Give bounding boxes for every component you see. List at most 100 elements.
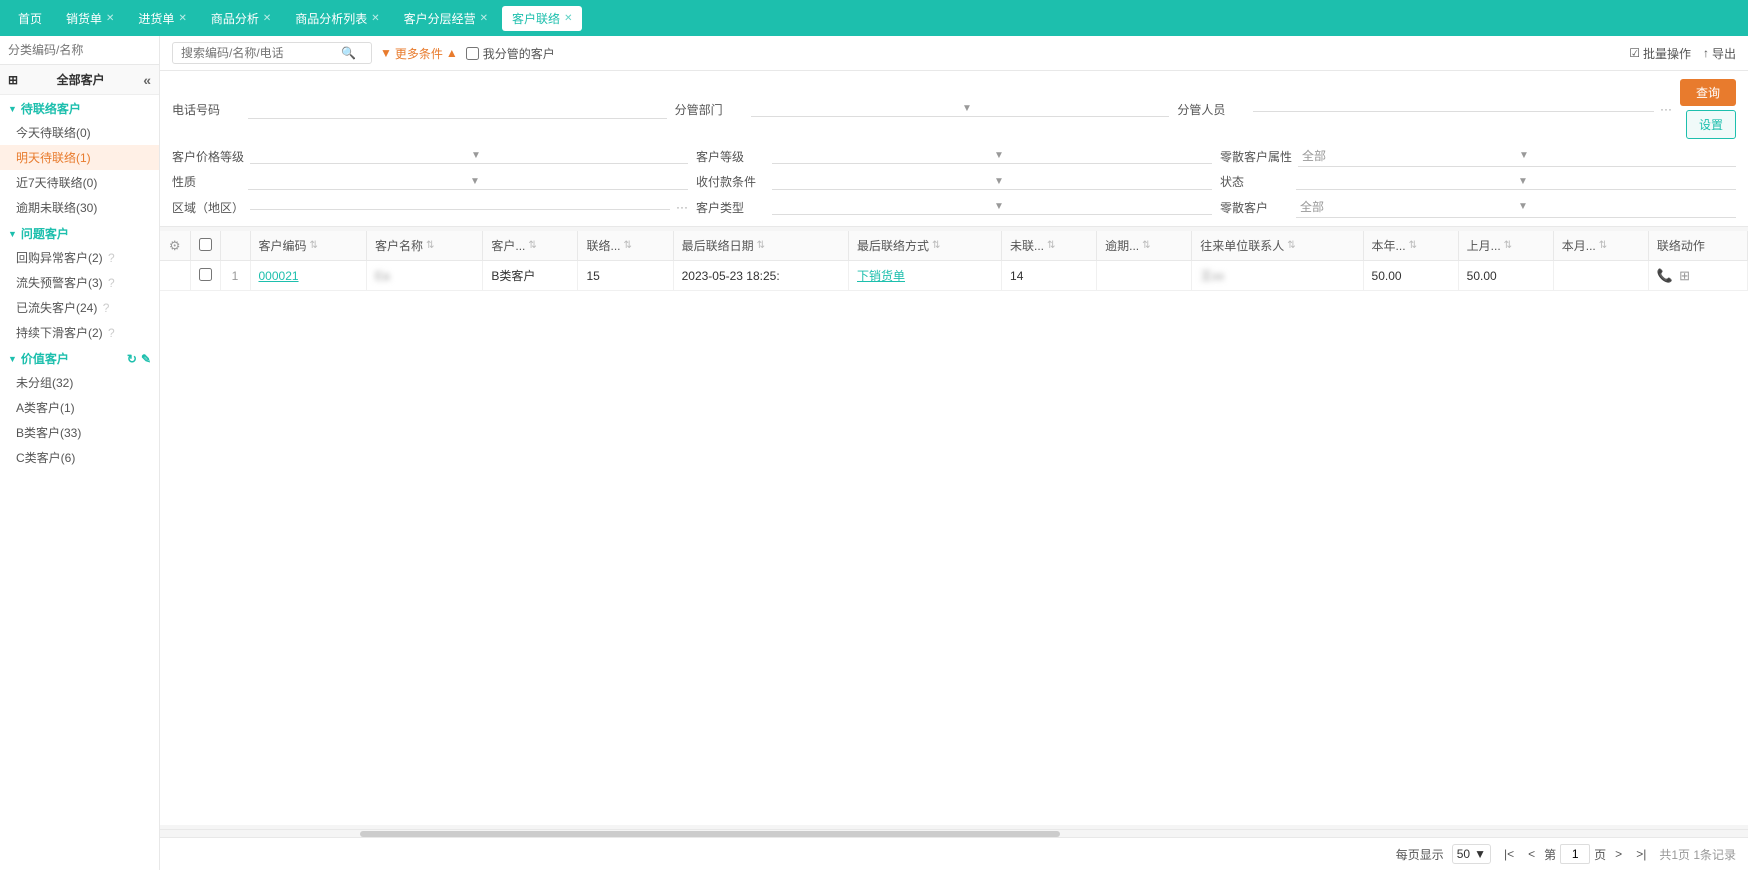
- nav-sales-order[interactable]: 销货单 ✕: [56, 6, 124, 31]
- total-label: 共1页 1条记录: [1659, 846, 1736, 863]
- chevron-up-icon: ▲: [446, 46, 458, 60]
- close-icon[interactable]: ✕: [480, 13, 488, 24]
- nav-purchase-order[interactable]: 进货单 ✕: [128, 6, 196, 31]
- phone-icon[interactable]: 📞: [1657, 268, 1673, 284]
- sidebar-item-churned[interactable]: 已流失客户(24) ?: [0, 295, 159, 320]
- filter-dept-select[interactable]: ▼: [751, 101, 1170, 117]
- sort-icon: ⇅: [624, 240, 632, 251]
- more-filter-btn[interactable]: ▼ 更多条件 ▲: [380, 45, 458, 62]
- td-unit-contact: 王xx: [1192, 261, 1363, 291]
- filter-customer-type-select[interactable]: ▼: [772, 199, 1212, 215]
- nav-product-analysis-list[interactable]: 商品分析列表 ✕: [285, 6, 389, 31]
- more-dots-icon[interactable]: ···: [1660, 102, 1672, 116]
- gear-icon[interactable]: ⚙: [169, 238, 181, 253]
- filter-customer-tier-select[interactable]: ▼: [772, 148, 1212, 164]
- per-page-label: 每页显示: [1396, 846, 1444, 863]
- main-search-input[interactable]: [181, 46, 341, 60]
- filter-status-select[interactable]: ▼: [1296, 174, 1736, 190]
- edit-icon[interactable]: ✎: [141, 352, 151, 366]
- th-overdue[interactable]: 逾期... ⇅: [1097, 231, 1192, 261]
- my-customers-checkbox[interactable]: [466, 47, 479, 60]
- nav-customer-contact[interactable]: 客户联络 ✕: [502, 6, 582, 31]
- sidebar-item-overdue[interactable]: 逾期未联络(30): [0, 195, 159, 220]
- all-customers-title[interactable]: ⊞ 全部客户 «: [0, 65, 159, 95]
- query-btn[interactable]: 查询: [1680, 79, 1736, 106]
- sidebar-item-class-b[interactable]: B类客户(33): [0, 420, 159, 445]
- th-code[interactable]: 客户编码 ⇅: [250, 231, 366, 261]
- filter-phone-input[interactable]: [248, 100, 667, 119]
- export-btn[interactable]: ↑ 导出: [1703, 45, 1736, 62]
- refresh-icon[interactable]: ↻: [127, 352, 137, 366]
- close-icon[interactable]: ✕: [371, 13, 379, 24]
- sidebar-search-input[interactable]: [8, 43, 160, 57]
- close-icon[interactable]: ✕: [564, 13, 572, 24]
- th-last-contact-date[interactable]: 最后联络日期 ⇅: [673, 231, 848, 261]
- nav-product-analysis[interactable]: 商品分析 ✕: [201, 6, 281, 31]
- settings-btn[interactable]: 设置: [1686, 110, 1736, 139]
- th-last-contact-method[interactable]: 最后联络方式 ⇅: [849, 231, 1002, 261]
- nav-customer-tier[interactable]: 客户分层经营 ✕: [394, 6, 498, 31]
- filter-retail-attr-select[interactable]: 全部 ▼: [1298, 145, 1736, 167]
- horizontal-scrollbar[interactable]: [160, 829, 1748, 837]
- page-input[interactable]: [1560, 844, 1590, 864]
- collapse-icon[interactable]: «: [143, 72, 151, 88]
- customer-table-container: ⚙ 客户编码 ⇅: [160, 231, 1748, 825]
- first-page-btn[interactable]: |<: [1499, 844, 1519, 864]
- filter-region-label: 区域（地区）: [172, 199, 244, 216]
- sidebar-item-ungrouped[interactable]: 未分组(32): [0, 370, 159, 395]
- filter-price-tier-label: 客户价格等级: [172, 148, 244, 165]
- th-this-year[interactable]: 本年... ⇅: [1363, 231, 1458, 261]
- chevron-down-icon: ▼: [994, 201, 1208, 212]
- main-search-icon[interactable]: 🔍: [341, 46, 356, 60]
- th-unit-contact[interactable]: 往来单位联系人 ⇅: [1192, 231, 1363, 261]
- per-page-select[interactable]: 50 ▼: [1452, 844, 1491, 864]
- customer-table: ⚙ 客户编码 ⇅: [160, 231, 1748, 291]
- sidebar-item-tomorrow[interactable]: 明天待联络(1): [0, 145, 159, 170]
- th-this-month[interactable]: 本月... ⇅: [1553, 231, 1648, 261]
- grid-action-icon[interactable]: ⊞: [1679, 268, 1690, 284]
- prev-page-btn[interactable]: <: [1523, 844, 1540, 864]
- filter-retail-customer-label: 零散客户: [1220, 199, 1290, 216]
- group-label-problem[interactable]: 问题客户: [0, 220, 159, 245]
- more-dots-icon[interactable]: ···: [676, 200, 688, 214]
- checkbox-icon: ☑: [1629, 46, 1640, 60]
- last-page-btn[interactable]: >|: [1631, 844, 1651, 864]
- group-label-value[interactable]: 价值客户 ↻ ✎: [0, 345, 159, 370]
- nav-home[interactable]: 首页: [8, 6, 52, 31]
- select-all-checkbox[interactable]: [199, 238, 212, 251]
- td-last-contact-method: 下销货单: [849, 261, 1002, 291]
- next-page-btn[interactable]: >: [1610, 844, 1627, 864]
- help-icon: ?: [108, 276, 115, 290]
- close-icon[interactable]: ✕: [106, 13, 114, 24]
- th-unlinked[interactable]: 未联... ⇅: [1002, 231, 1097, 261]
- sidebar-item-today[interactable]: 今天待联络(0): [0, 120, 159, 145]
- filter-person-input[interactable]: [1253, 107, 1654, 112]
- contact-method-link[interactable]: 下销货单: [857, 269, 905, 283]
- filter-payment: 收付款条件 ▼: [696, 173, 1212, 190]
- th-type[interactable]: 客户... ⇅: [483, 231, 578, 261]
- filter-region-input[interactable]: [250, 205, 670, 210]
- filter-payment-select[interactable]: ▼: [772, 174, 1212, 190]
- scrollbar-thumb[interactable]: [360, 831, 1060, 837]
- batch-op-btn[interactable]: ☑ 批量操作: [1629, 45, 1691, 62]
- sidebar-item-declining[interactable]: 持续下滑客户(2) ?: [0, 320, 159, 345]
- close-icon[interactable]: ✕: [178, 13, 186, 24]
- th-contact[interactable]: 联络... ⇅: [578, 231, 673, 261]
- filter-dept-label: 分管部门: [675, 101, 745, 118]
- main-search-box: 🔍: [172, 42, 372, 64]
- th-last-month[interactable]: 上月... ⇅: [1458, 231, 1553, 261]
- sidebar-item-churn-warning[interactable]: 流失预警客户(3) ?: [0, 270, 159, 295]
- sidebar-item-repurchase-abnormal[interactable]: 回购异常客户(2) ?: [0, 245, 159, 270]
- sidebar-item-class-c[interactable]: C类客户(6): [0, 445, 159, 470]
- sidebar-item-class-a[interactable]: A类客户(1): [0, 395, 159, 420]
- row-checkbox[interactable]: [199, 268, 212, 281]
- sidebar-item-7days[interactable]: 近7天待联络(0): [0, 170, 159, 195]
- filter-price-tier-select[interactable]: ▼: [250, 148, 688, 164]
- filter-retail-customer-select[interactable]: 全部 ▼: [1296, 196, 1736, 218]
- filter-nature-select[interactable]: ▼: [248, 174, 688, 190]
- customer-code-link[interactable]: 000021: [259, 269, 299, 283]
- th-name[interactable]: 客户名称 ⇅: [366, 231, 482, 261]
- group-label-pending[interactable]: 待联络客户: [0, 95, 159, 120]
- close-icon[interactable]: ✕: [263, 13, 271, 24]
- td-code: 000021: [250, 261, 366, 291]
